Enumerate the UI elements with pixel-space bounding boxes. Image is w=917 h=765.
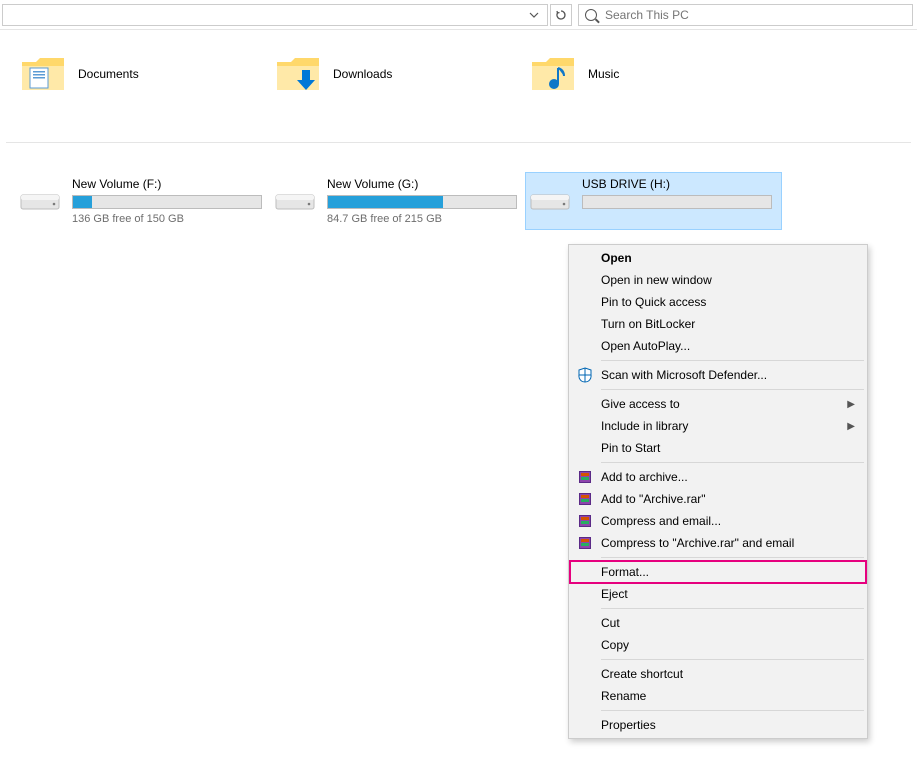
menu-item-label: Give access to <box>601 397 680 411</box>
menu-item-label: Include in library <box>601 419 688 433</box>
drive-usage-fill <box>328 196 443 208</box>
menu-item-label: Turn on BitLocker <box>601 317 695 331</box>
drive-name: New Volume (G:) <box>327 177 517 191</box>
menu-item-label: Compress to "Archive.rar" and email <box>601 536 794 550</box>
menu-item-label: Add to archive... <box>601 470 688 484</box>
folder-music[interactable]: Music <box>526 50 781 98</box>
menu-open[interactable]: Open <box>571 247 865 269</box>
folder-label: Documents <box>78 67 139 81</box>
menu-copy[interactable]: Copy <box>571 634 865 656</box>
drive-free-text: 84.7 GB free of 215 GB <box>327 213 517 225</box>
drive-name: USB DRIVE (H:) <box>582 177 772 191</box>
refresh-button[interactable] <box>550 4 572 26</box>
rar-icon <box>577 535 593 551</box>
menu-add-to-archive[interactable]: Add to archive... <box>571 466 865 488</box>
context-menu: Open Open in new window Pin to Quick acces… <box>568 244 868 739</box>
menu-item-label: Scan with Microsoft Defender... <box>601 368 767 382</box>
drive-info: New Volume (G:) 84.7 GB free of 215 GB <box>327 177 517 225</box>
menu-item-label: Cut <box>601 616 620 630</box>
drive-g[interactable]: New Volume (G:) 84.7 GB free of 215 GB <box>271 173 526 229</box>
drive-icon <box>20 187 60 215</box>
menu-open-autoplay[interactable]: Open AutoPlay... <box>571 335 865 357</box>
menu-item-label: Add to "Archive.rar" <box>601 492 706 506</box>
menu-item-label: Open AutoPlay... <box>601 339 690 353</box>
drive-h[interactable]: USB DRIVE (H:) <box>526 173 781 229</box>
drive-info: New Volume (F:) 136 GB free of 150 GB <box>72 177 262 225</box>
menu-format[interactable]: Format... <box>571 561 865 583</box>
drive-f[interactable]: New Volume (F:) 136 GB free of 150 GB <box>16 173 271 229</box>
menu-item-label: Rename <box>601 689 646 703</box>
search-input[interactable] <box>603 7 906 23</box>
menu-add-to-archive-rar[interactable]: Add to "Archive.rar" <box>571 488 865 510</box>
folder-label: Downloads <box>333 67 392 81</box>
refresh-icon <box>555 9 567 21</box>
menu-separator <box>601 608 864 609</box>
menu-item-label: Open in new window <box>601 273 712 287</box>
menu-separator <box>601 462 864 463</box>
drive-info: USB DRIVE (H:) <box>582 177 772 213</box>
address-bar[interactable] <box>2 4 548 26</box>
menu-item-label: Open <box>601 251 632 265</box>
menu-pin-to-start[interactable]: Pin to Start <box>571 437 865 459</box>
menu-create-shortcut[interactable]: Create shortcut <box>571 663 865 685</box>
menu-cut[interactable]: Cut <box>571 612 865 634</box>
menu-separator <box>601 710 864 711</box>
menu-rename[interactable]: Rename <box>571 685 865 707</box>
rar-icon <box>577 513 593 529</box>
menu-separator <box>601 557 864 558</box>
menu-separator <box>601 360 864 361</box>
drive-usage-bar <box>327 195 517 209</box>
defender-icon <box>577 367 593 383</box>
menu-compress-and-email[interactable]: Compress and email... <box>571 510 865 532</box>
search-icon <box>585 9 597 21</box>
rar-icon <box>577 491 593 507</box>
drive-name: New Volume (F:) <box>72 177 262 191</box>
menu-eject[interactable]: Eject <box>571 583 865 605</box>
menu-scan-with-microsoft-defender[interactable]: Scan with Microsoft Defender... <box>571 364 865 386</box>
menu-open-in-new-window[interactable]: Open in new window <box>571 269 865 291</box>
folder-documents[interactable]: Documents <box>16 50 271 98</box>
menu-give-access-to[interactable]: Give access to ▶ <box>571 393 865 415</box>
documents-folder-icon <box>20 54 66 94</box>
menu-separator <box>601 389 864 390</box>
folders-group: Documents Downloads Music <box>6 44 911 128</box>
chevron-right-icon: ▶ <box>847 399 855 410</box>
menu-item-label: Pin to Quick access <box>601 295 706 309</box>
folder-label: Music <box>588 67 619 81</box>
menu-properties[interactable]: Properties <box>571 714 865 736</box>
rar-icon <box>577 469 593 485</box>
menu-item-label: Compress and email... <box>601 514 721 528</box>
downloads-folder-icon <box>275 54 321 94</box>
address-dropdown-icon[interactable] <box>525 6 543 24</box>
content-pane: Documents Downloads Music <box>0 30 917 229</box>
menu-turn-on-bitlocker[interactable]: Turn on BitLocker <box>571 313 865 335</box>
chevron-right-icon: ▶ <box>847 421 855 432</box>
search-box[interactable] <box>578 4 913 26</box>
drives-group: New Volume (F:) 136 GB free of 150 GB Ne… <box>6 143 911 229</box>
drive-icon <box>275 187 315 215</box>
music-folder-icon <box>530 54 576 94</box>
drive-usage-fill <box>73 196 92 208</box>
drive-usage-bar <box>72 195 262 209</box>
menu-compress-to-archive-rar-and-email[interactable]: Compress to "Archive.rar" and email <box>571 532 865 554</box>
menu-item-label: Eject <box>601 587 628 601</box>
drive-usage-bar <box>582 195 772 209</box>
menu-pin-to-quick-access[interactable]: Pin to Quick access <box>571 291 865 313</box>
menu-item-label: Create shortcut <box>601 667 683 681</box>
folder-downloads[interactable]: Downloads <box>271 50 526 98</box>
toolbar <box>0 0 917 30</box>
menu-item-label: Format... <box>601 565 649 579</box>
menu-item-label: Copy <box>601 638 629 652</box>
menu-item-label: Pin to Start <box>601 441 660 455</box>
menu-include-in-library[interactable]: Include in library ▶ <box>571 415 865 437</box>
menu-item-label: Properties <box>601 718 656 732</box>
menu-separator <box>601 659 864 660</box>
drive-free-text: 136 GB free of 150 GB <box>72 213 262 225</box>
drive-icon <box>530 187 570 215</box>
